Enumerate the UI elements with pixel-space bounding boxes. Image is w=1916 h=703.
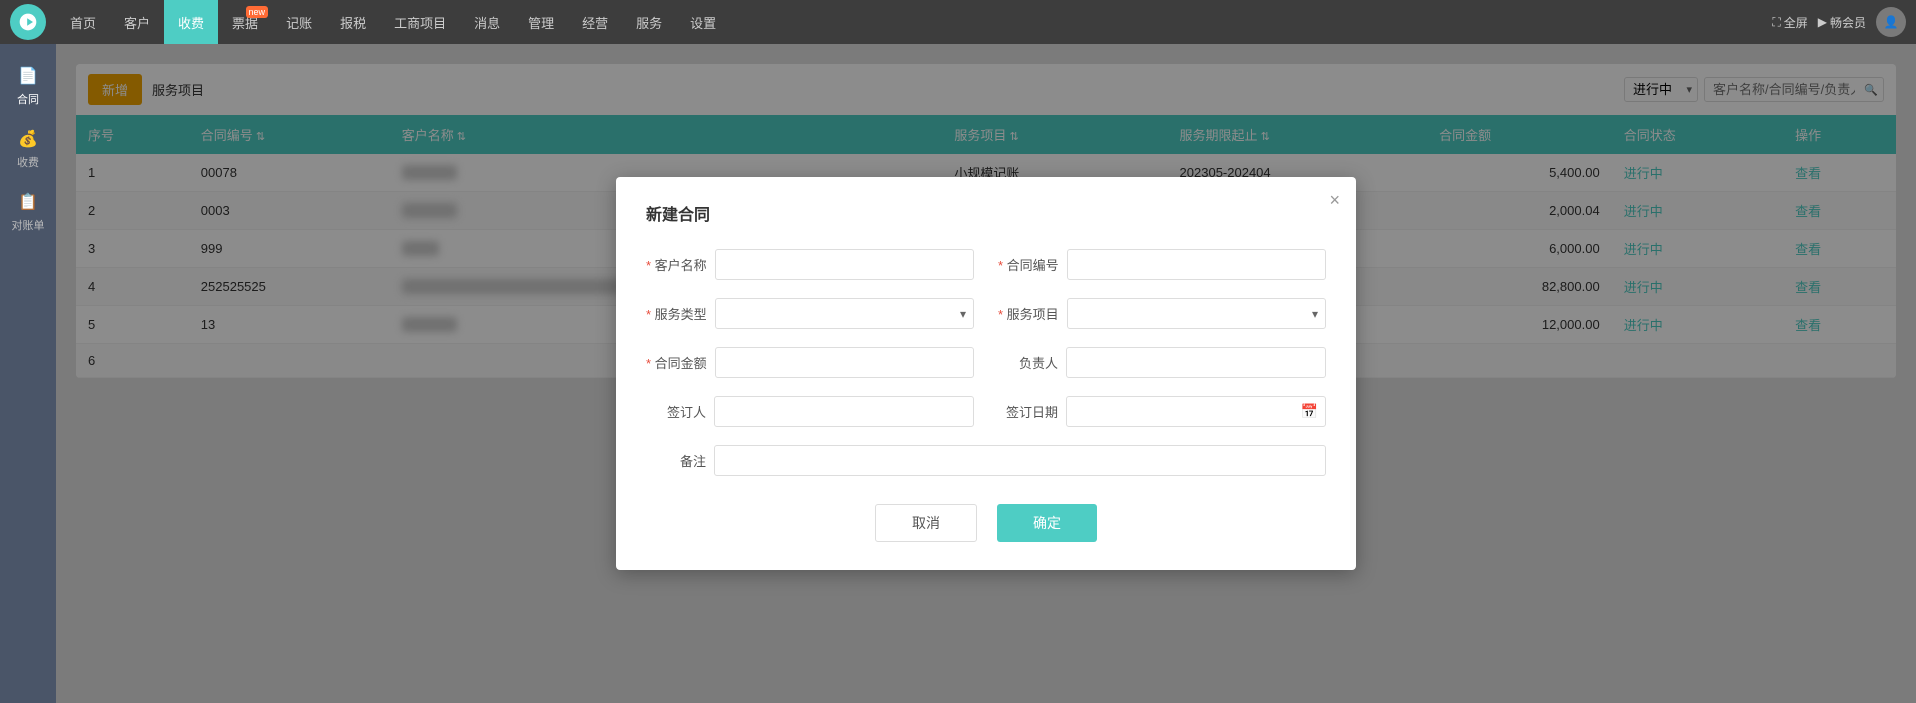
nav-operation[interactable]: 经营	[568, 0, 622, 44]
customer-name-input[interactable]	[715, 249, 974, 280]
top-nav: 首页 客户 收费 票据 new 记账 报税 工商项目 消息 管理 经营 服务 设…	[0, 0, 1916, 44]
fee-icon: 💰	[16, 127, 40, 151]
modal-title: 新建合同	[646, 201, 1326, 225]
nav-service[interactable]: 服务	[622, 0, 676, 44]
member-button[interactable]: ▶ 畅会员	[1818, 14, 1866, 31]
nav-ticket[interactable]: 票据 new	[218, 0, 272, 44]
note-input[interactable]	[714, 445, 1326, 476]
form-row-amount: 合同金额 0.00	[646, 347, 974, 378]
nav-manage[interactable]: 管理	[514, 0, 568, 44]
service-type-select[interactable]	[715, 298, 974, 329]
top-nav-right: ⛶ 全屏 ▶ 畅会员 👤	[1772, 7, 1906, 37]
nav-tax[interactable]: 报税	[326, 0, 380, 44]
sign-date-wrapper: 2023-06-06 📅	[1066, 396, 1326, 427]
nav-fee[interactable]: 收费	[164, 0, 218, 44]
nav-settings[interactable]: 设置	[676, 0, 730, 44]
sidebar-item-statement[interactable]: 📋 对账单	[0, 180, 56, 243]
main-layout: 📄 合同 💰 收费 📋 对账单 新增 服务项目 进行中 已完成	[0, 44, 1916, 703]
avatar-icon: 👤	[1884, 15, 1899, 29]
nav-business[interactable]: 工商项目	[380, 0, 460, 44]
service-type-label: 服务类型	[646, 304, 707, 323]
modal-overlay: 新建合同 × 客户名称 合同编号 服务类型	[56, 44, 1916, 703]
fullscreen-button[interactable]: ⛶ 全屏	[1772, 14, 1807, 31]
form-row-service-type: 服务类型	[646, 298, 974, 329]
signer-label: 签订人	[646, 402, 706, 421]
service-item-label: 服务项目	[998, 304, 1059, 323]
contract-icon: 📄	[16, 64, 40, 88]
nav-home[interactable]: 首页	[56, 0, 110, 44]
sidebar-item-contract[interactable]: 📄 合同	[0, 54, 56, 117]
sign-date-input[interactable]: 2023-06-06	[1066, 396, 1326, 427]
contract-amount-label: 合同金额	[646, 353, 707, 372]
close-button[interactable]: ×	[1329, 191, 1340, 209]
form-row-customer: 客户名称	[646, 249, 974, 280]
sidebar-item-contract-label: 合同	[17, 91, 39, 107]
form-row-contract-no: 合同编号	[998, 249, 1326, 280]
form-row-sign-date: 签订日期 2023-06-06 📅	[998, 396, 1326, 427]
fullscreen-icon: ⛶	[1772, 15, 1780, 30]
nav-bookkeeping[interactable]: 记账	[272, 0, 326, 44]
sidebar-item-fee[interactable]: 💰 收费	[0, 117, 56, 180]
note-label: 备注	[646, 451, 706, 470]
form-row-note: 备注	[646, 445, 1326, 476]
service-item-select[interactable]	[1067, 298, 1326, 329]
new-badge: new	[246, 6, 269, 18]
customer-name-label: 客户名称	[646, 255, 707, 274]
form-grid: 客户名称 合同编号 服务类型 服务项目	[646, 249, 1326, 476]
responsible-label: 负责人	[998, 353, 1058, 372]
nav-customer[interactable]: 客户	[110, 0, 164, 44]
form-row-responsible: 负责人	[998, 347, 1326, 378]
sidebar: 📄 合同 💰 收费 📋 对账单	[0, 44, 56, 703]
sign-date-label: 签订日期	[998, 402, 1058, 421]
service-type-select-wrapper	[715, 298, 974, 329]
sidebar-item-statement-label: 对账单	[12, 217, 45, 233]
content-area: 新增 服务项目 进行中 已完成 已终止	[56, 44, 1916, 703]
contract-no-input[interactable]	[1067, 249, 1326, 280]
nav-message[interactable]: 消息	[460, 0, 514, 44]
logo	[10, 4, 46, 40]
new-contract-modal: 新建合同 × 客户名称 合同编号 服务类型	[616, 177, 1356, 570]
service-item-select-wrapper	[1067, 298, 1326, 329]
calendar-icon[interactable]: 📅	[1301, 403, 1318, 420]
form-row-signer: 签订人	[646, 396, 974, 427]
avatar[interactable]: 👤	[1876, 7, 1906, 37]
confirm-button[interactable]: 确定	[997, 504, 1097, 542]
contract-no-label: 合同编号	[998, 255, 1059, 274]
cancel-button[interactable]: 取消	[875, 504, 977, 542]
nav-items: 首页 客户 收费 票据 new 记账 报税 工商项目 消息 管理 经营 服务 设…	[56, 0, 1772, 44]
form-row-service-item: 服务项目	[998, 298, 1326, 329]
contract-amount-input[interactable]: 0.00	[715, 347, 974, 378]
signer-input[interactable]	[714, 396, 974, 427]
modal-footer: 取消 确定	[646, 504, 1326, 542]
responsible-input[interactable]	[1066, 347, 1326, 378]
play-icon: ▶	[1818, 15, 1827, 29]
statement-icon: 📋	[16, 190, 40, 214]
sidebar-item-fee-label: 收费	[17, 154, 39, 170]
